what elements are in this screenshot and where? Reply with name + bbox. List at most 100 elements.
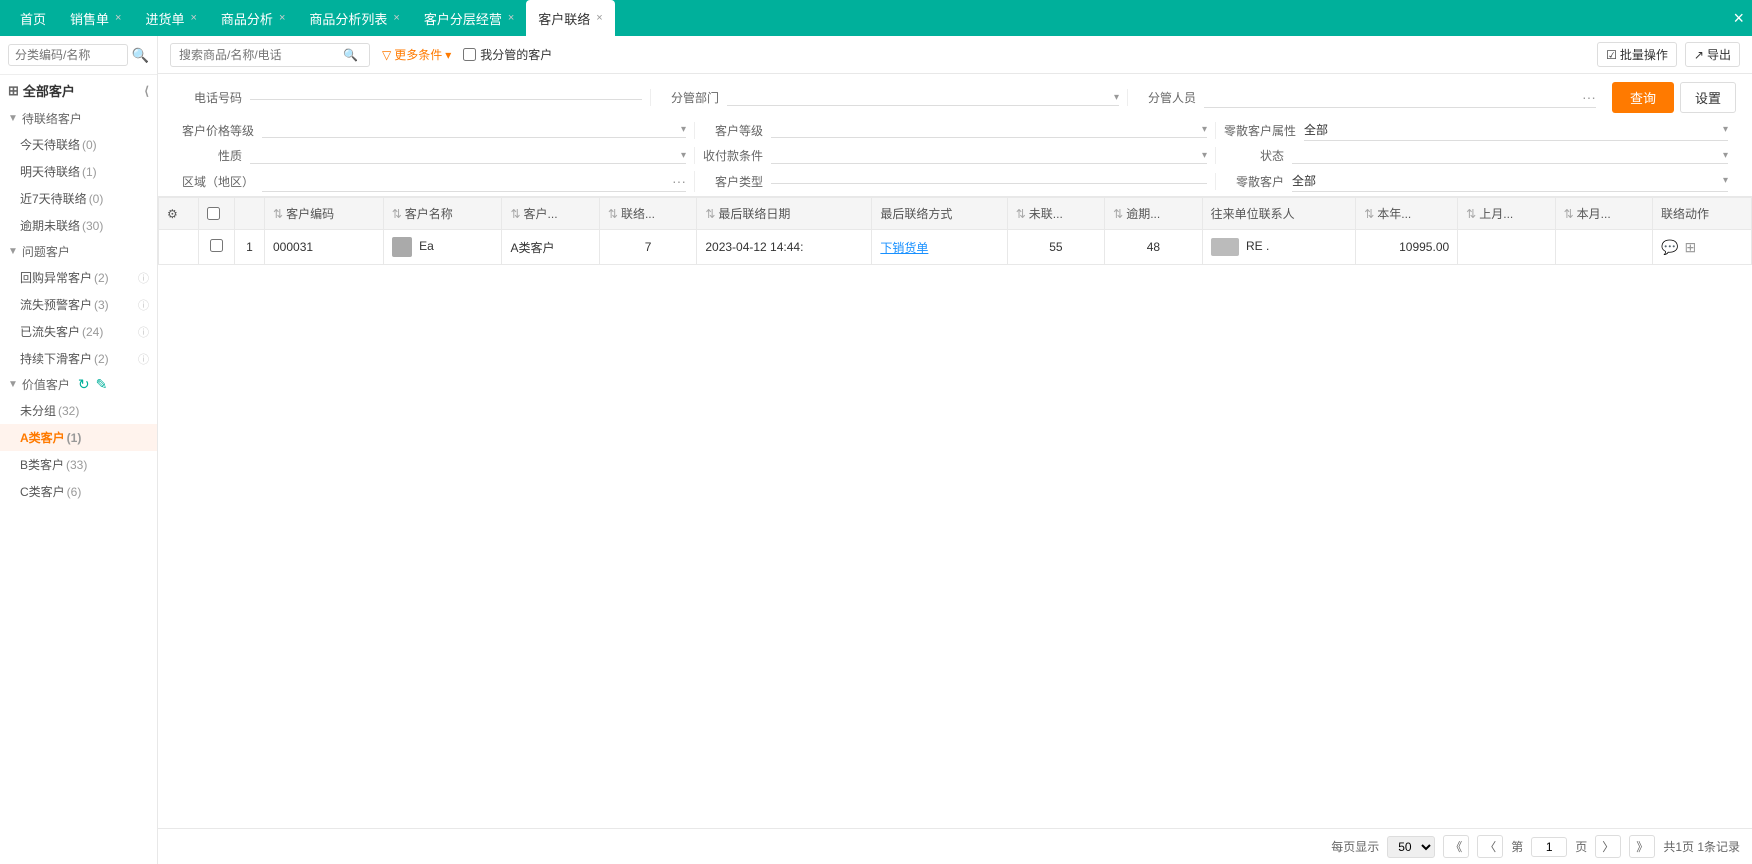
th-name[interactable]: ⇅ 客户名称 xyxy=(383,198,502,230)
sidebar-group-problem[interactable]: ▼ 问题客户 xyxy=(0,239,157,264)
close-tab-product-analysis[interactable]: × xyxy=(279,12,285,24)
page-input[interactable] xyxy=(1531,837,1567,857)
region-dots-icon[interactable]: ··· xyxy=(672,173,686,189)
sidebar-search-icon[interactable]: 🔍 xyxy=(132,47,149,64)
th-code[interactable]: ⇅ 客户编码 xyxy=(265,198,384,230)
th-overdue[interactable]: ⇅ 逾期... xyxy=(1105,198,1202,230)
filter-retail-attr-select[interactable]: 全部 ▾ xyxy=(1304,119,1728,141)
close-all-btn[interactable]: × xyxy=(1733,8,1744,29)
th-last-contact-date[interactable]: ⇅ 最后联络日期 xyxy=(697,198,872,230)
sidebar-group-pending[interactable]: ▼ 待联络客户 xyxy=(0,106,157,131)
my-customers-checkbox-label[interactable]: 我分管的客户 xyxy=(463,46,552,63)
manager-dots-icon[interactable]: ··· xyxy=(1582,89,1596,105)
batch-ops-btn[interactable]: ☑ 批量操作 xyxy=(1597,42,1677,67)
next-page-btn[interactable]: 〉 xyxy=(1595,835,1621,858)
nav-tab-customer-tier[interactable]: 客户分层经营 × xyxy=(412,0,526,36)
th-settings: ⚙ xyxy=(159,198,199,230)
filter-department-select[interactable]: ▾ xyxy=(727,90,1119,106)
filter-manager-select[interactable]: ··· xyxy=(1204,87,1596,108)
nav-tab-purchase[interactable]: 进货单 × xyxy=(133,0,208,36)
sidebar-item-tomorrow[interactable]: 明天待联络 (1) xyxy=(0,158,157,185)
adv-filter: 电话号码 分管部门 ▾ 分管人员 xyxy=(158,74,1752,197)
th-this-month[interactable]: ⇅ 本月... xyxy=(1555,198,1652,230)
th-this-year[interactable]: ⇅ 本年... xyxy=(1356,198,1458,230)
sort-icon-code: ⇅ xyxy=(273,207,283,221)
page-size-select[interactable]: 50 xyxy=(1387,836,1435,858)
filter-price-level-select[interactable]: ▾ xyxy=(262,122,686,138)
main-layout: 🔍 ⊞ 全部客户 ⟨ ▼ 待联络客户 今天待联络 (0) 明天待联络 (1) 近… xyxy=(0,36,1752,864)
filter-payment-select[interactable]: ▾ xyxy=(771,148,1207,164)
filter-region-select[interactable]: ··· xyxy=(262,171,686,192)
filter-customer-level-select[interactable]: ▾ xyxy=(771,122,1207,138)
td-checkbox xyxy=(199,230,235,265)
sidebar-item-b-class[interactable]: B类客户 (33) xyxy=(0,451,157,478)
sort-icon-no-contact: ⇅ xyxy=(1016,207,1026,221)
sidebar-item-ungrouped[interactable]: 未分组 (32) xyxy=(0,397,157,424)
close-tab-customer-tier[interactable]: × xyxy=(508,12,514,24)
sidebar-item-churn-warning[interactable]: 流失预警客户 (3) ⓘ xyxy=(0,291,157,318)
td-contacts: 7 xyxy=(599,230,696,265)
sidebar-item-a-class[interactable]: A类客户 (1) xyxy=(0,424,157,451)
sidebar-all-customers[interactable]: ⊞ 全部客户 ⟨ xyxy=(0,75,157,106)
filter-search-input[interactable] xyxy=(179,48,339,62)
nav-tab-product-analysis[interactable]: 商品分析 × xyxy=(209,0,297,36)
select-all-checkbox[interactable] xyxy=(207,207,220,220)
nav-tab-product-list[interactable]: 商品分析列表 × xyxy=(297,0,411,36)
chevron-down-icon: ▾ xyxy=(445,48,451,62)
sidebar-item-7days[interactable]: 近7天待联络 (0) xyxy=(0,185,157,212)
first-page-btn[interactable]: 《 xyxy=(1443,835,1469,858)
my-customers-checkbox[interactable] xyxy=(463,48,476,61)
edit-icon[interactable]: ✎ xyxy=(96,376,108,393)
filter-nature-select[interactable]: ▾ xyxy=(250,148,686,164)
filter-more-btn[interactable]: ▽ 更多条件 ▾ xyxy=(382,46,451,63)
sidebar-search-input[interactable] xyxy=(8,44,128,66)
sidebar-item-overdue[interactable]: 逾期未联络 (30) xyxy=(0,212,157,239)
nav-tab-customer-contact[interactable]: 客户联络 × xyxy=(526,0,614,36)
sidebar-collapse-btn[interactable]: ⟨ xyxy=(144,84,149,98)
filter-phone-select[interactable] xyxy=(250,95,642,100)
settings-icon[interactable]: ⚙ xyxy=(167,207,178,221)
nature-arrow-icon: ▾ xyxy=(681,150,686,161)
sidebar-item-lost[interactable]: 已流失客户 (24) ⓘ xyxy=(0,318,157,345)
setting-btn[interactable]: 设置 xyxy=(1680,82,1736,113)
prev-page-btn[interactable]: 〈 xyxy=(1477,835,1503,858)
th-level[interactable]: ⇅ 客户... xyxy=(502,198,599,230)
last-page-btn[interactable]: 》 xyxy=(1629,835,1655,858)
filter-icon: ▽ xyxy=(382,48,391,62)
filter-customer-type-select[interactable] xyxy=(771,179,1207,184)
sidebar-item-today[interactable]: 今天待联络 (0) xyxy=(0,131,157,158)
td-last-month xyxy=(1458,230,1555,265)
close-tab-purchase[interactable]: × xyxy=(190,12,196,24)
td-this-month xyxy=(1555,230,1652,265)
filter-retail-customer-select[interactable]: 全部 ▾ xyxy=(1292,170,1728,192)
th-last-month[interactable]: ⇅ 上月... xyxy=(1458,198,1555,230)
filter-manager-field: 分管人员 ··· xyxy=(1128,87,1604,108)
query-btn[interactable]: 查询 xyxy=(1612,82,1674,113)
filter-search-icon[interactable]: 🔍 xyxy=(343,48,358,62)
sidebar-item-c-class[interactable]: C类客户 (6) xyxy=(0,478,157,505)
filter-region-field: 区域（地区） ··· xyxy=(174,171,695,192)
refresh-icon[interactable]: ↻ xyxy=(78,376,90,393)
th-last-contact-method[interactable]: 最后联络方式 xyxy=(872,198,1007,230)
sidebar-item-declining[interactable]: 持续下滑客户 (2) ⓘ xyxy=(0,345,157,372)
adv-filter-row-1: 电话号码 分管部门 ▾ 分管人员 xyxy=(174,82,1736,113)
row-checkbox[interactable] xyxy=(210,239,223,252)
chat-icon[interactable]: 💬 xyxy=(1661,239,1678,256)
nav-home[interactable]: 首页 xyxy=(8,0,58,36)
td-last-contact-date: 2023-04-12 14:44: xyxy=(697,230,872,265)
th-no-contact[interactable]: ⇅ 未联... xyxy=(1007,198,1104,230)
qr-icon[interactable]: ⊞ xyxy=(1684,239,1696,256)
nav-tab-sales[interactable]: 销售单 × xyxy=(58,0,133,36)
contact-method-link[interactable]: 下销货单 xyxy=(880,241,928,255)
sidebar-item-repurchase-anomaly[interactable]: 回购异常客户 (2) ⓘ xyxy=(0,264,157,291)
close-tab-sales[interactable]: × xyxy=(115,12,121,24)
sidebar-group-value[interactable]: ▼ 价值客户 ↻ ✎ xyxy=(0,372,157,397)
close-tab-customer-contact[interactable]: × xyxy=(596,12,602,24)
export-btn[interactable]: ↗ 导出 xyxy=(1685,42,1740,67)
export-icon: ↗ xyxy=(1694,48,1704,62)
close-tab-product-list[interactable]: × xyxy=(393,12,399,24)
th-contacts[interactable]: ⇅ 联络... xyxy=(599,198,696,230)
th-unit-contact[interactable]: 往来单位联系人 xyxy=(1202,198,1356,230)
retail-attr-arrow-icon: ▾ xyxy=(1723,124,1728,135)
filter-status-select[interactable]: ▾ xyxy=(1292,148,1728,164)
